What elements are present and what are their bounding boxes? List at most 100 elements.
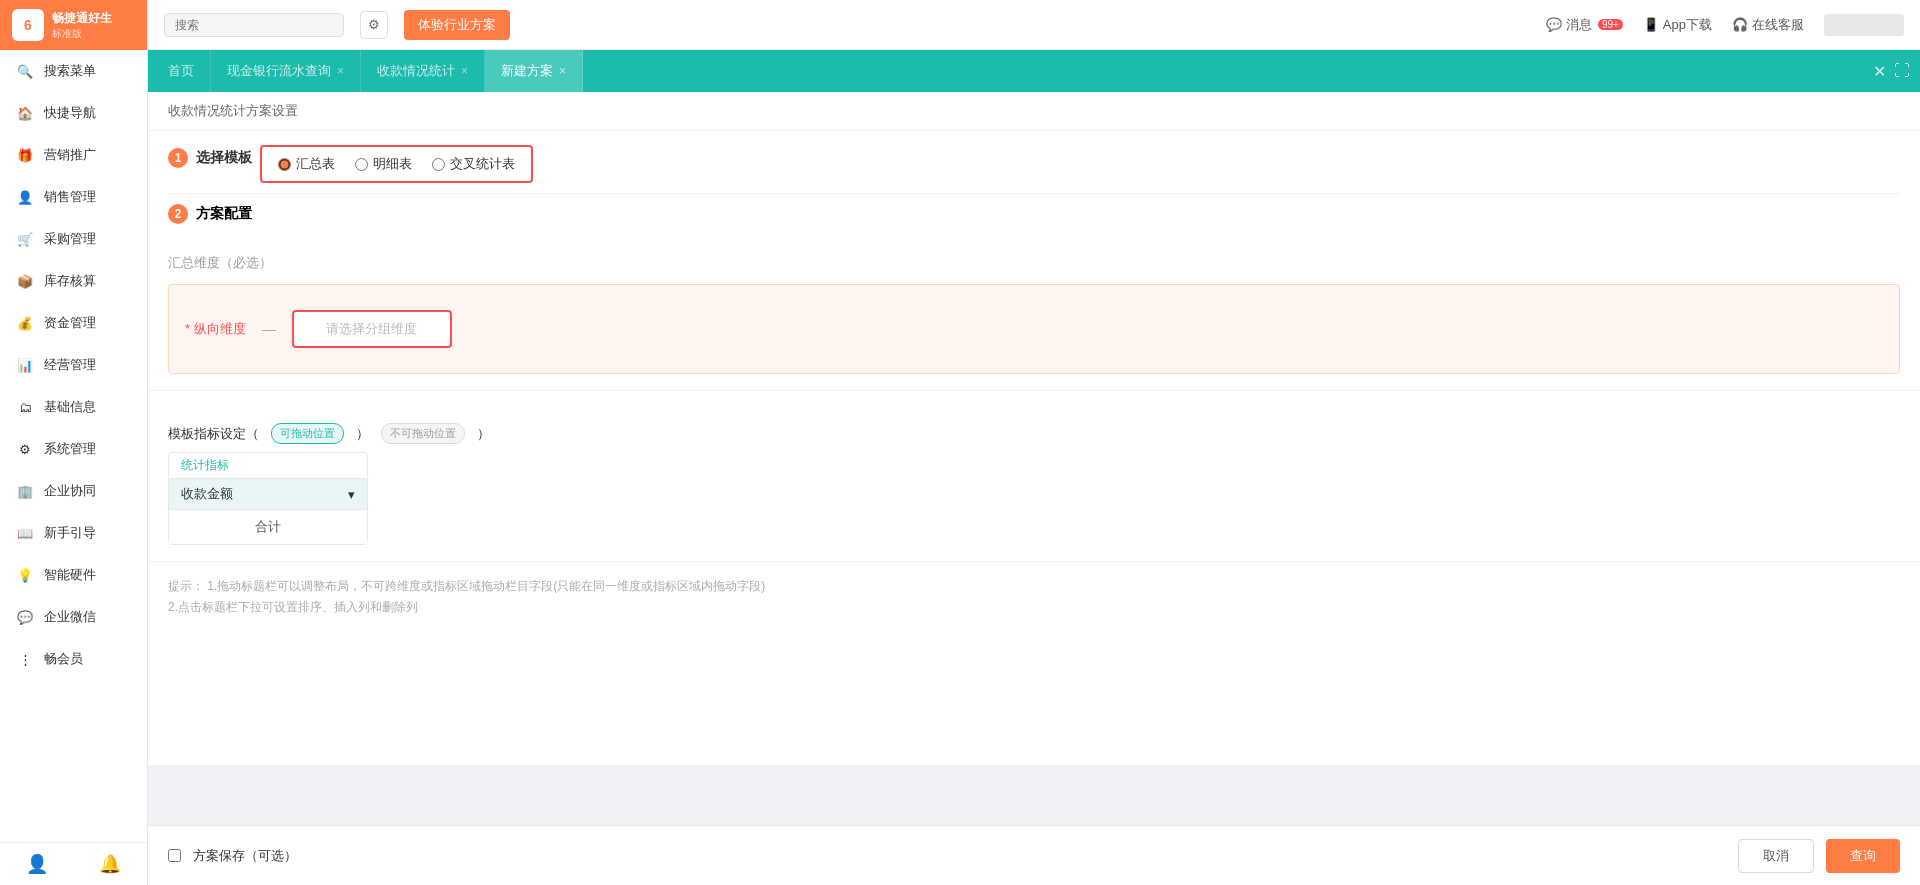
tab-new-plan[interactable]: 新建方案 ×: [485, 50, 583, 92]
folder-icon: 🗂: [16, 398, 34, 416]
metric-table-header[interactable]: 收款金额 ▾: [169, 479, 367, 510]
tab-new-plan-close[interactable]: ×: [559, 64, 566, 78]
message-badge: 99+: [1598, 19, 1623, 30]
search-input[interactable]: [164, 13, 344, 37]
chart-icon: 📊: [16, 356, 34, 374]
step1-row: 1 选择模板 汇总表 明细表 交叉统计表: [148, 131, 1920, 193]
sidebar-item-guide[interactable]: 📖 新手引导: [0, 512, 147, 554]
topbar-right: 💬 消息 99+ 📱 App下载 🎧 在线客服: [1546, 14, 1904, 36]
home-icon: 🏠: [16, 104, 34, 122]
step1-label: 1 选择模板: [168, 148, 252, 168]
save-checkbox[interactable]: [168, 849, 181, 862]
trial-button[interactable]: 体验行业方案: [404, 10, 510, 40]
save-label: 方案保存（可选）: [193, 847, 297, 865]
sidebar-item-capital[interactable]: 💰 资金管理: [0, 302, 147, 344]
sidebar-item-label: 采购管理: [44, 230, 96, 248]
step1-title: 选择模板: [196, 149, 252, 167]
search-icon: 🔍: [16, 62, 34, 80]
sidebar-item-hardware[interactable]: 💡 智能硬件: [0, 554, 147, 596]
sidebar-item-label: 基础信息: [44, 398, 96, 416]
metric-table-row: 合计: [169, 510, 367, 544]
device-icon: 💡: [16, 566, 34, 584]
main-area: ⚙ 体验行业方案 💬 消息 99+ 📱 App下载 🎧 在线客服 首页 现金银行…: [148, 0, 1920, 885]
settings-icon: ⚙: [16, 440, 34, 458]
draggable-badge: 可拖动位置: [271, 423, 344, 444]
metrics-label-middle: ）: [356, 425, 369, 443]
download-icon: 📱: [1643, 17, 1659, 32]
sidebar-item-label: 智能硬件: [44, 566, 96, 584]
sidebar-bottom: 👤 🔔: [0, 842, 147, 885]
sidebar-item-marketing[interactable]: 🎁 营销推广: [0, 134, 147, 176]
tabbar-actions: ✕ ⛶: [1863, 50, 1920, 92]
book-icon: 📖: [16, 524, 34, 542]
tips-section: 提示： 1.拖动标题栏可以调整布局，不可跨维度或指标区域拖动栏目字段(只能在同一…: [148, 561, 1920, 636]
tabbar: 首页 现金银行流水查询 × 收款情况统计 × 新建方案 × ✕ ⛶: [148, 50, 1920, 92]
message-button[interactable]: 💬 消息 99+: [1546, 16, 1623, 34]
radio-summary-input[interactable]: [278, 158, 291, 171]
tips-line2: 2.点击标题栏下拉可设置排序、插入列和删除列: [168, 599, 1900, 616]
cart-icon: 🛒: [16, 230, 34, 248]
chat-icon: 💬: [16, 608, 34, 626]
sidebar-item-member[interactable]: ⋮ 畅会员: [0, 638, 147, 680]
radio-detail-label: 明细表: [373, 155, 412, 173]
config-section: 汇总维度（必选） * 纵向维度 — 请选择分组维度: [148, 238, 1920, 390]
sidebar-item-label: 销售管理: [44, 188, 96, 206]
template-selection-box: 汇总表 明细表 交叉统计表: [260, 145, 533, 183]
sidebar-item-sales[interactable]: 👤 销售管理: [0, 176, 147, 218]
sidebar-bottom-icon2[interactable]: 🔔: [99, 853, 121, 875]
tab-bank-flow-close[interactable]: ×: [337, 64, 344, 78]
radio-cross-input[interactable]: [432, 158, 445, 171]
tab-home[interactable]: 首页: [148, 50, 211, 92]
breadcrumb: 收款情况统计方案设置: [148, 92, 1920, 131]
logo-text: 畅捷通好生 标准版: [52, 10, 112, 41]
tab-collection-stat[interactable]: 收款情况统计 ×: [361, 50, 485, 92]
dimension-area: * 纵向维度 — 请选择分组维度: [168, 284, 1900, 374]
sidebar-item-basic[interactable]: 🗂 基础信息: [0, 386, 147, 428]
dimension-placeholder[interactable]: 请选择分组维度: [292, 310, 452, 348]
sidebar-item-system[interactable]: ⚙ 系统管理: [0, 428, 147, 470]
user-info[interactable]: [1824, 14, 1904, 36]
sidebar-item-corp[interactable]: 🏢 企业协同: [0, 470, 147, 512]
dimension-arrow: —: [262, 321, 276, 337]
radio-cross[interactable]: 交叉统计表: [432, 155, 515, 173]
sidebar-item-label: 营销推广: [44, 146, 96, 164]
query-button[interactable]: 查询: [1826, 839, 1900, 873]
tab-collection-stat-close[interactable]: ×: [461, 64, 468, 78]
logo-icon: 6: [12, 9, 44, 41]
metric-dropdown-icon[interactable]: ▾: [348, 487, 355, 502]
sidebar-item-label: 库存核算: [44, 272, 96, 290]
radio-detail[interactable]: 明细表: [355, 155, 412, 173]
sidebar-item-wechat[interactable]: 💬 企业微信: [0, 596, 147, 638]
tab-bank-flow[interactable]: 现金银行流水查询 ×: [211, 50, 361, 92]
sidebar-item-label: 畅会员: [44, 650, 83, 668]
sidebar-item-label: 企业协同: [44, 482, 96, 500]
metric-table-section-label: 统计指标: [169, 453, 367, 479]
online-service-button[interactable]: 🎧 在线客服: [1732, 16, 1804, 34]
sidebar-bottom-icon1[interactable]: 👤: [26, 853, 48, 875]
tab-maximize-button[interactable]: ⛶: [1894, 62, 1910, 80]
sidebar-item-label: 经营管理: [44, 356, 96, 374]
metrics-section: 模板指标设定（ 可拖动位置 ） 不可拖动位置 ） 统计指标 收款金额 ▾ 合计: [148, 390, 1920, 561]
sidebar-item-inventory[interactable]: 📦 库存核算: [0, 260, 147, 302]
sidebar-item-operation[interactable]: 📊 经营管理: [0, 344, 147, 386]
building-icon: 🏢: [16, 482, 34, 500]
sidebar-item-search-menu[interactable]: 🔍 搜索菜单: [0, 50, 147, 92]
app-download-button[interactable]: 📱 App下载: [1643, 16, 1712, 34]
metric-table: 统计指标 收款金额 ▾ 合计: [168, 452, 368, 545]
metrics-label-end: ）: [477, 425, 490, 443]
radio-summary[interactable]: 汇总表: [278, 155, 335, 173]
radio-detail-input[interactable]: [355, 158, 368, 171]
sidebar-item-purchase[interactable]: 🛒 采购管理: [0, 218, 147, 260]
settings-button[interactable]: ⚙: [360, 11, 388, 39]
tab-bank-flow-label: 现金银行流水查询: [227, 62, 331, 80]
tab-close-all-button[interactable]: ✕: [1873, 62, 1886, 81]
tips-line1: 提示： 1.拖动标题栏可以调整布局，不可跨维度或指标区域拖动栏目字段(只能在同一…: [168, 578, 1900, 595]
metrics-label-row: 模板指标设定（ 可拖动位置 ） 不可拖动位置 ）: [168, 423, 1900, 444]
row-dimension-label: * 纵向维度: [185, 320, 246, 338]
metrics-setting-label: 模板指标设定（: [168, 425, 259, 443]
money-icon: 💰: [16, 314, 34, 332]
sidebar-item-label: 搜索菜单: [44, 62, 96, 80]
step2-title: 方案配置: [196, 205, 252, 223]
cancel-button[interactable]: 取消: [1738, 839, 1814, 873]
sidebar-item-quick-nav[interactable]: 🏠 快捷导航: [0, 92, 147, 134]
